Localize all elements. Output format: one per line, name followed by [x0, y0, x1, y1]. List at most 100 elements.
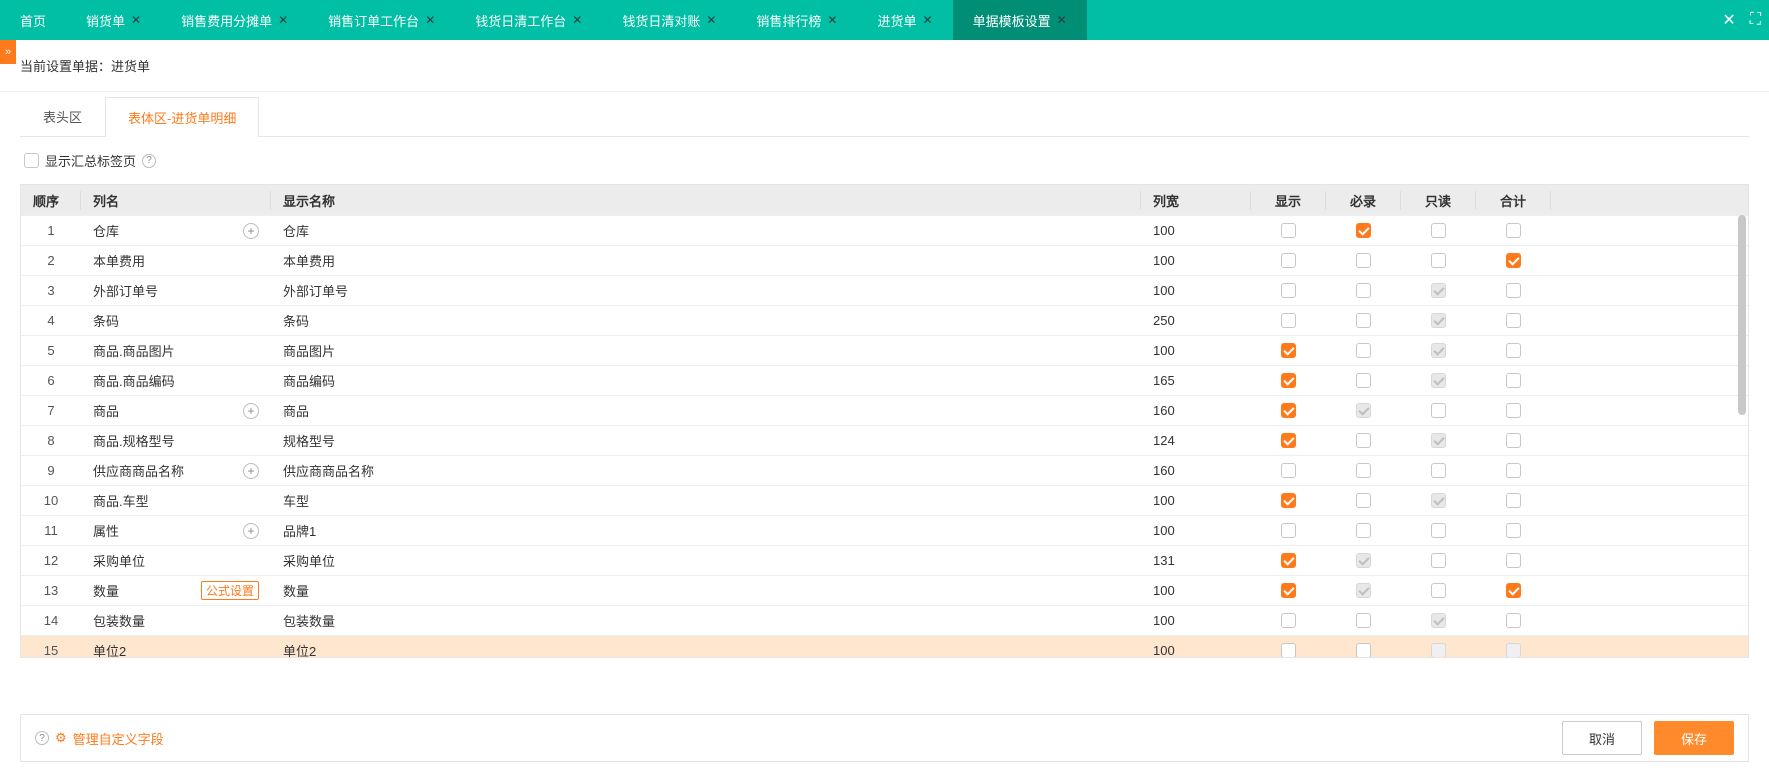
- tab-close-icon[interactable]: ✕: [1057, 13, 1067, 27]
- tab-close-icon[interactable]: ✕: [923, 13, 933, 27]
- cell-width[interactable]: 100: [1141, 583, 1251, 598]
- checkbox[interactable]: [1281, 253, 1296, 268]
- cell-width[interactable]: 165: [1141, 373, 1251, 388]
- checkbox[interactable]: [1281, 643, 1296, 657]
- add-icon[interactable]: +: [243, 523, 259, 539]
- tab-close-icon[interactable]: ✕: [278, 13, 288, 27]
- checkbox[interactable]: [1281, 583, 1296, 598]
- checkbox[interactable]: [1281, 403, 1296, 418]
- checkbox[interactable]: [1356, 373, 1371, 388]
- cell-width[interactable]: 100: [1141, 223, 1251, 238]
- cell-display[interactable]: 单位2: [271, 641, 1141, 657]
- cell-width[interactable]: 100: [1141, 343, 1251, 358]
- checkbox[interactable]: [1356, 613, 1371, 628]
- checkbox[interactable]: [1281, 223, 1296, 238]
- cell-width[interactable]: 250: [1141, 313, 1251, 328]
- checkbox[interactable]: [1356, 433, 1371, 448]
- checkbox[interactable]: [1506, 493, 1521, 508]
- table-row[interactable]: 4条码条码250: [21, 305, 1748, 335]
- checkbox[interactable]: [1506, 253, 1521, 268]
- cell-display[interactable]: 包装数量: [271, 611, 1141, 630]
- add-icon[interactable]: +: [243, 463, 259, 479]
- add-icon[interactable]: +: [243, 403, 259, 419]
- checkbox[interactable]: [1506, 283, 1521, 298]
- save-button[interactable]: 保存: [1654, 721, 1734, 755]
- cell-display[interactable]: 品牌1: [271, 521, 1141, 540]
- cell-display[interactable]: 仓库: [271, 221, 1141, 240]
- tab-close-icon[interactable]: ✕: [425, 13, 435, 27]
- checkbox[interactable]: [1281, 523, 1296, 538]
- cell-width[interactable]: 160: [1141, 463, 1251, 478]
- cell-display[interactable]: 本单费用: [271, 251, 1141, 270]
- cell-display[interactable]: 商品编码: [271, 371, 1141, 390]
- table-row[interactable]: 7商品+商品160: [21, 395, 1748, 425]
- cell-display[interactable]: 规格型号: [271, 431, 1141, 450]
- cell-width[interactable]: 124: [1141, 433, 1251, 448]
- table-row[interactable]: 12采购单位采购单位131: [21, 545, 1748, 575]
- checkbox[interactable]: [1356, 523, 1371, 538]
- top-tab[interactable]: 单据模板设置✕: [953, 0, 1087, 40]
- checkbox[interactable]: [1356, 343, 1371, 358]
- cell-width[interactable]: 131: [1141, 553, 1251, 568]
- top-tab[interactable]: 进货单✕: [857, 0, 952, 40]
- table-row[interactable]: 10商品.车型车型100: [21, 485, 1748, 515]
- cell-width[interactable]: 100: [1141, 493, 1251, 508]
- fullscreen-icon[interactable]: ⛶: [1750, 11, 1761, 29]
- checkbox[interactable]: [1356, 313, 1371, 328]
- checkbox[interactable]: [1281, 373, 1296, 388]
- cancel-button[interactable]: 取消: [1562, 721, 1642, 755]
- checkbox[interactable]: [1506, 403, 1521, 418]
- checkbox[interactable]: [1506, 373, 1521, 388]
- checkbox[interactable]: [1281, 493, 1296, 508]
- table-row[interactable]: 5商品.商品图片商品图片100: [21, 335, 1748, 365]
- checkbox[interactable]: [1356, 493, 1371, 508]
- table-row[interactable]: 3外部订单号外部订单号100: [21, 275, 1748, 305]
- table-row[interactable]: 1仓库+仓库100: [21, 215, 1748, 245]
- checkbox[interactable]: [1356, 223, 1371, 238]
- cell-display[interactable]: 采购单位: [271, 551, 1141, 570]
- checkbox[interactable]: [1506, 463, 1521, 478]
- table-row[interactable]: 14包装数量包装数量100: [21, 605, 1748, 635]
- add-icon[interactable]: +: [243, 223, 259, 239]
- checkbox[interactable]: [1431, 223, 1446, 238]
- checkbox[interactable]: [1281, 613, 1296, 628]
- formula-badge[interactable]: 公式设置: [201, 581, 259, 600]
- cell-display[interactable]: 车型: [271, 491, 1141, 510]
- cell-display[interactable]: 数量: [271, 581, 1141, 600]
- top-tab[interactable]: 销售排行榜✕: [736, 0, 857, 40]
- checkbox[interactable]: [1281, 463, 1296, 478]
- table-scrollbar[interactable]: [1738, 215, 1746, 415]
- cell-display[interactable]: 商品图片: [271, 341, 1141, 360]
- checkbox[interactable]: [1356, 463, 1371, 478]
- top-tab[interactable]: 销售订单工作台✕: [308, 0, 455, 40]
- checkbox[interactable]: [1506, 583, 1521, 598]
- help-icon[interactable]: ?: [142, 154, 156, 168]
- cell-width[interactable]: 100: [1141, 253, 1251, 268]
- checkbox[interactable]: [1431, 523, 1446, 538]
- checkbox[interactable]: [1506, 553, 1521, 568]
- table-row[interactable]: 15单位2单位2100: [21, 635, 1748, 657]
- checkbox[interactable]: [1281, 313, 1296, 328]
- checkbox[interactable]: [1281, 433, 1296, 448]
- footer-help-icon[interactable]: ?: [35, 731, 49, 745]
- table-row[interactable]: 8商品.规格型号规格型号124: [21, 425, 1748, 455]
- tab-close-icon[interactable]: ✕: [572, 13, 582, 27]
- checkbox[interactable]: [1356, 643, 1371, 657]
- checkbox[interactable]: [1506, 343, 1521, 358]
- checkbox[interactable]: [1431, 553, 1446, 568]
- checkbox[interactable]: [1506, 613, 1521, 628]
- sub-tab[interactable]: 表头区: [20, 96, 105, 136]
- checkbox[interactable]: [1506, 223, 1521, 238]
- top-tab[interactable]: 销货单✕: [66, 0, 161, 40]
- sidebar-expand-handle[interactable]: »: [0, 40, 16, 64]
- checkbox[interactable]: [1506, 433, 1521, 448]
- top-tab[interactable]: 销售费用分摊单✕: [161, 0, 308, 40]
- checkbox[interactable]: [1431, 583, 1446, 598]
- cell-width[interactable]: 100: [1141, 643, 1251, 657]
- tab-close-icon[interactable]: ✕: [131, 13, 141, 27]
- checkbox[interactable]: [1356, 283, 1371, 298]
- checkbox[interactable]: [1281, 553, 1296, 568]
- top-tab[interactable]: 钱货日清对账✕: [602, 0, 736, 40]
- checkbox[interactable]: [1506, 523, 1521, 538]
- cell-width[interactable]: 100: [1141, 613, 1251, 628]
